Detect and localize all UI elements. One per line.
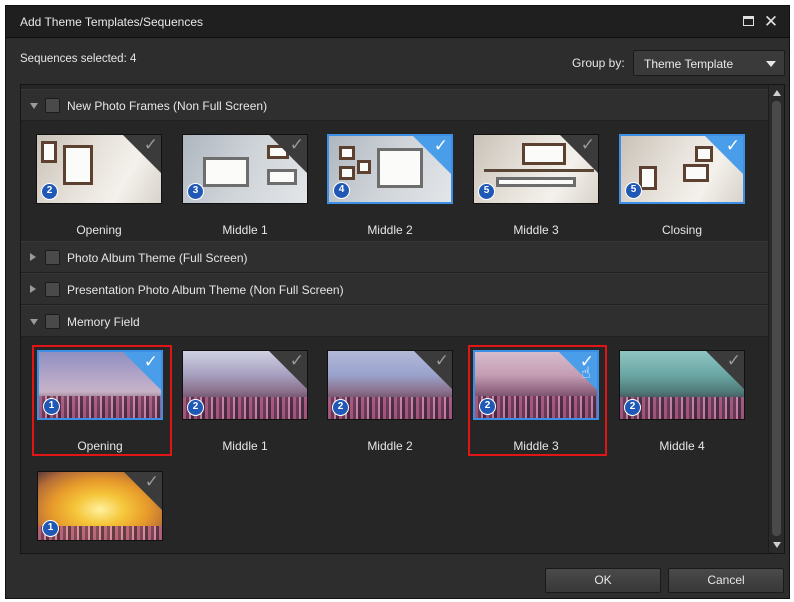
thumbnail-caption: Closing [661,223,703,237]
chevron-down-icon [766,61,776,67]
thumbnail-caption: Middle 3 [513,223,559,237]
template-thumbnail[interactable]: ✓ 2 [619,350,745,420]
thumbnail-image: ✓ 1 [37,350,163,420]
thumbnail-image: ✓ 5 [473,134,599,204]
expand-arrow-icon[interactable] [30,285,36,293]
sequence-count-badge: 1 [43,398,60,415]
thumbnail-image: ✓ 2 [36,134,162,204]
check-icon[interactable]: ✓ [144,353,158,371]
scroll-down-icon[interactable] [773,542,781,548]
thumbnail-caption: Opening [77,439,123,453]
add-theme-dialog: Add Theme Templates/Sequences ✕ Sequence… [5,5,790,599]
category-label: Memory Field [67,315,140,329]
category-label: Presentation Photo Album Theme (Non Full… [67,283,344,297]
category-header-presentation-photo-album[interactable]: Presentation Photo Album Theme (Non Full… [21,273,769,305]
sequence-count-badge: 3 [187,183,204,200]
template-thumbnail[interactable]: ✓ 5 [473,134,599,204]
sequence-count-badge: 2 [41,183,58,200]
category-label: Photo Album Theme (Full Screen) [67,251,248,265]
category-header-photo-album[interactable]: Photo Album Theme (Full Screen) [21,241,769,273]
check-icon[interactable]: ✓ [290,352,304,370]
check-icon[interactable]: ✓ [145,473,159,491]
scrollbar-thumb[interactable] [772,101,781,536]
group-by-label: Group by: [572,56,625,70]
thumbnail-caption: Middle 1 [222,223,268,237]
category-checkbox[interactable] [45,282,60,297]
scroll-up-icon[interactable] [773,90,781,96]
sequence-count-badge: 5 [478,183,495,200]
template-list-panel: New Photo Frames (Non Full Screen) ✓ 2 O… [20,84,785,554]
group-by-value: Theme Template [644,57,734,71]
sequence-count-badge: 2 [187,399,204,416]
close-icon: ✕ [763,12,779,31]
maximize-icon [743,16,754,26]
template-thumbnail[interactable]: ✓ 4 [327,134,453,204]
thumbnail-caption: Opening [76,223,122,237]
ok-button[interactable]: OK [545,568,661,593]
template-thumbnail[interactable]: ✓ 1 [37,350,163,420]
expand-arrow-icon[interactable] [30,253,36,261]
category-checkbox[interactable] [45,314,60,329]
template-thumbnail[interactable]: ✓ 2 [36,134,162,204]
thumbnail-image: ✓ 2 [473,350,599,420]
thumbnail-caption: Middle 1 [222,439,268,453]
template-thumbnail[interactable]: ✓ 1 [37,471,163,541]
sequence-count-badge: 2 [332,399,349,416]
template-thumbnail[interactable]: ✓ 2 [182,350,308,420]
template-thumbnail[interactable]: ✓ 5 [619,134,745,204]
thumbnail-image: ✓ 2 [182,350,308,420]
thumbnail-image: ✓ 3 [182,134,308,204]
thumbnail-caption: Middle 2 [367,223,413,237]
check-icon[interactable]: ✓ [581,136,595,154]
close-button[interactable]: ✕ [763,12,779,31]
category-checkbox[interactable] [45,250,60,265]
sequence-count-badge: 4 [333,182,350,199]
check-icon[interactable]: ✓ [290,136,304,154]
check-icon[interactable]: ✓ [726,137,740,155]
template-thumbnail[interactable]: ✓ 3 [182,134,308,204]
window-title: Add Theme Templates/Sequences [20,15,204,29]
category-header-new-photo-frames[interactable]: New Photo Frames (Non Full Screen) [21,89,769,121]
category-header-memory-field[interactable]: Memory Field [21,305,769,337]
check-icon[interactable]: ✓ [435,352,449,370]
thumbnail-image: ✓ 4 [327,134,453,204]
sequence-count-badge: 1 [42,520,59,537]
vertical-scrollbar[interactable] [768,85,784,553]
category-label: New Photo Frames (Non Full Screen) [67,99,268,113]
sequences-selected-count: Sequences selected: 4 [20,53,137,65]
thumbnail-image: ✓ 2 [327,350,453,420]
thumbnail-caption: Middle 3 [513,439,559,453]
thumbnail-image: ✓ 5 [619,134,745,204]
check-icon[interactable]: ✓ [727,352,741,370]
sequence-count-badge: 2 [479,398,496,415]
collapse-arrow-icon[interactable] [30,319,38,325]
check-icon[interactable]: ✓ [144,136,158,154]
sequence-count-badge: 2 [624,399,641,416]
template-thumbnail[interactable]: ✓ 2 [327,350,453,420]
thumbnail-caption: Middle 4 [659,439,705,453]
group-by-dropdown[interactable]: Theme Template [633,50,785,76]
thumbnail-image: ✓ 2 [619,350,745,420]
check-icon[interactable]: ✓ [434,137,448,155]
hand-cursor-icon: ☝ [581,365,591,382]
maximize-button[interactable] [741,14,757,30]
collapse-arrow-icon[interactable] [30,103,38,109]
title-bar: Add Theme Templates/Sequences ✕ [6,6,789,38]
sequence-count-badge: 5 [625,182,642,199]
category-checkbox[interactable] [45,98,60,113]
thumbnail-image: ✓ 1 [37,471,163,541]
template-thumbnail[interactable]: ✓ 2 [473,350,599,420]
thumbnail-caption: Middle 2 [367,439,413,453]
cancel-button[interactable]: Cancel [668,568,784,593]
